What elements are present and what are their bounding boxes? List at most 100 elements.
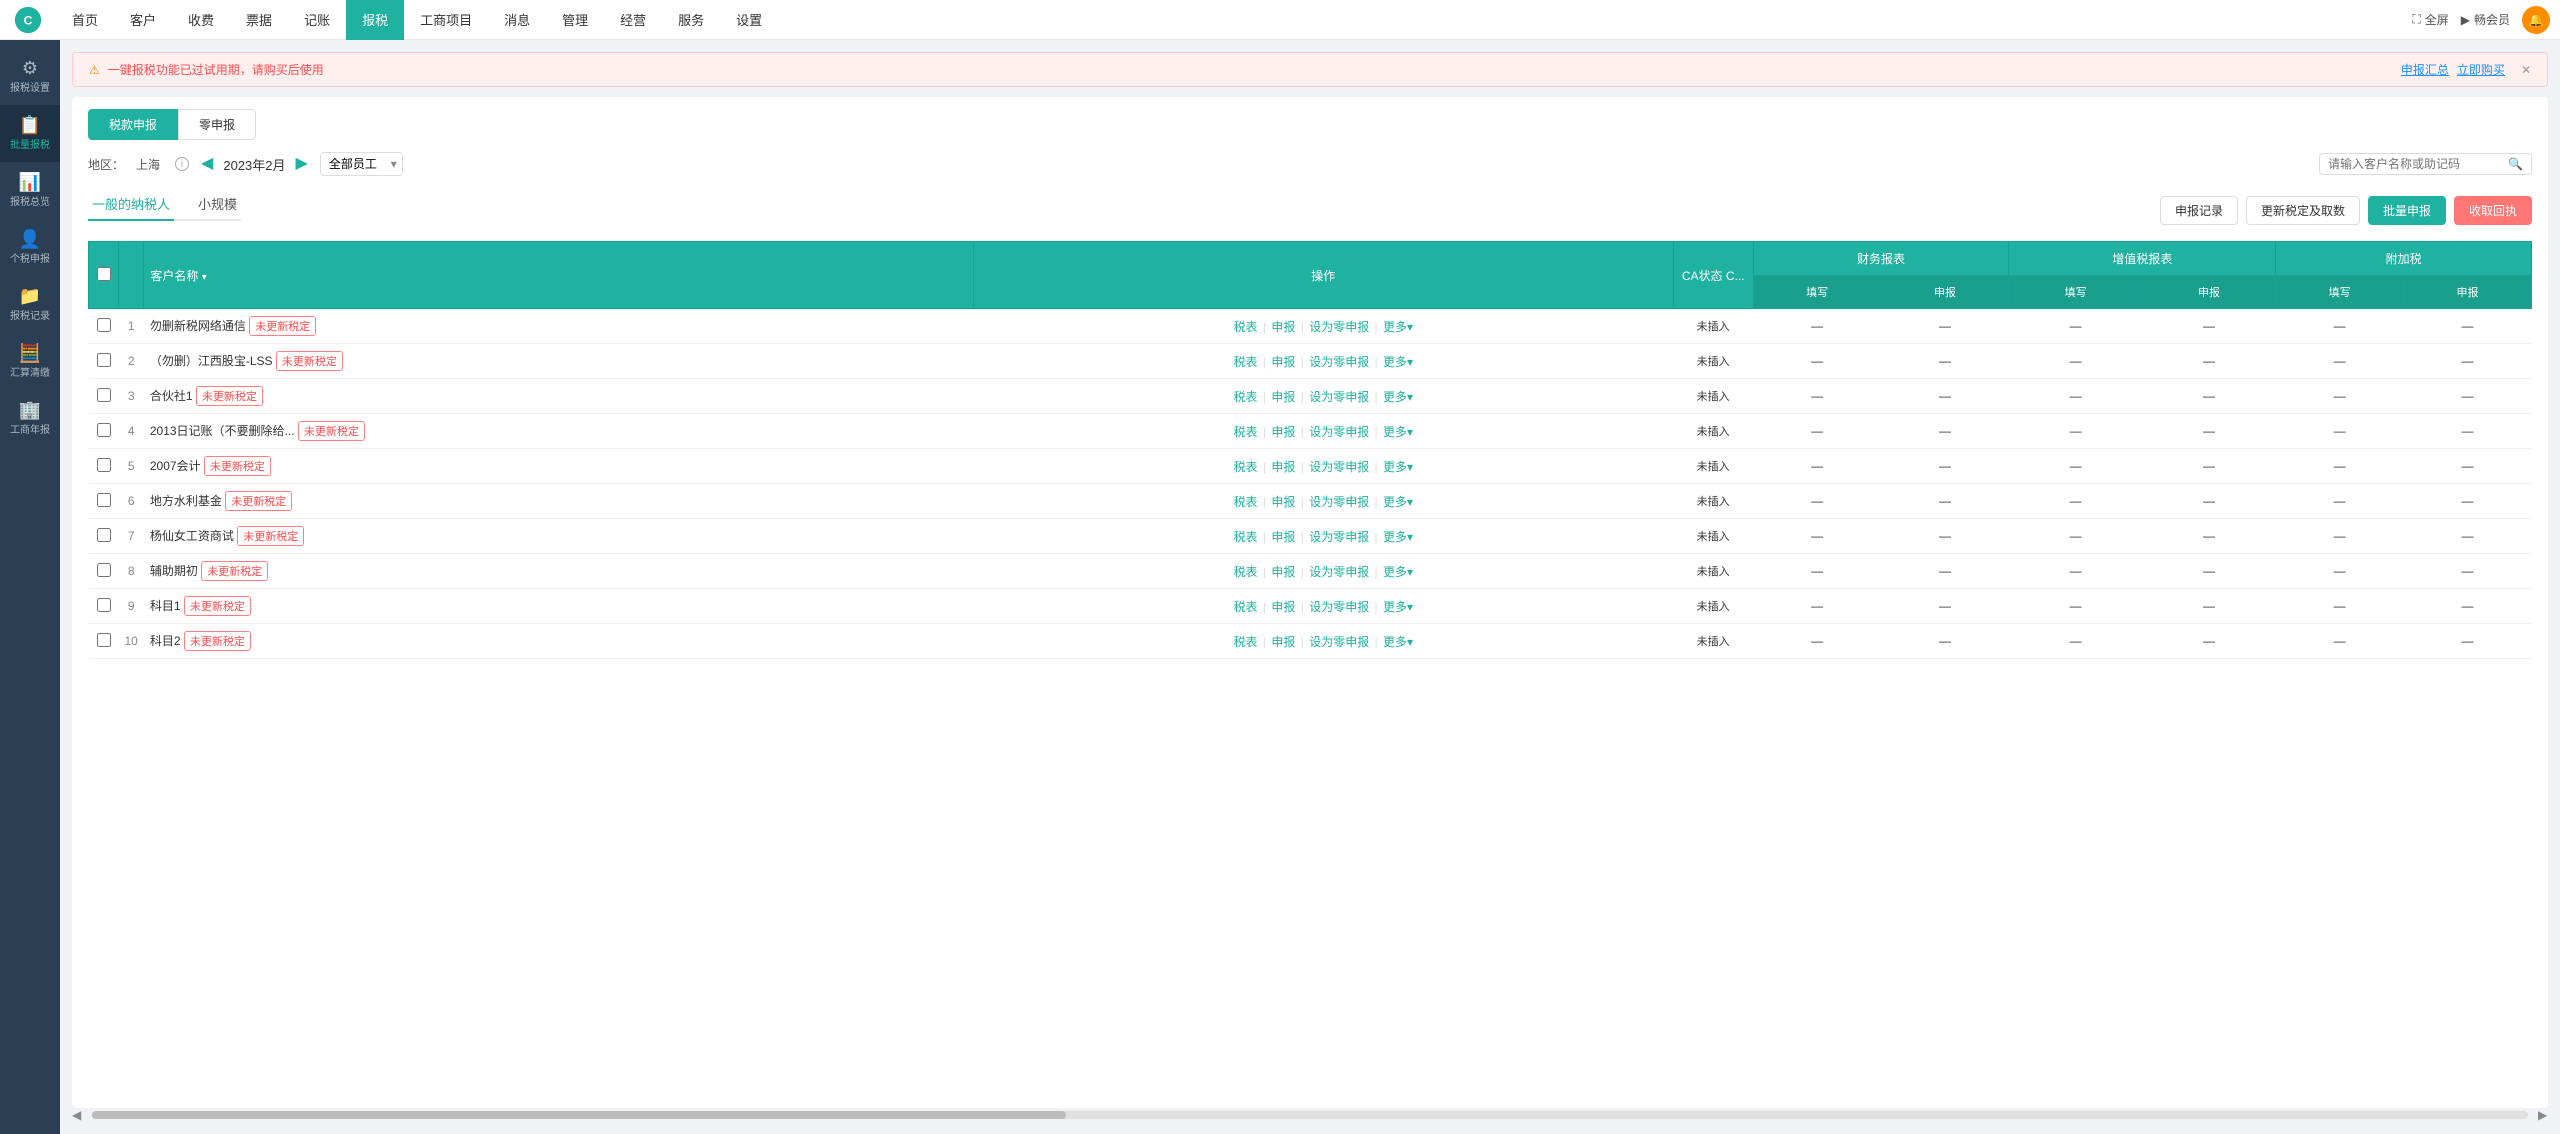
nav-business[interactable]: 工商项目 (404, 0, 488, 40)
scroll-thumb[interactable] (92, 1111, 1066, 1119)
action-zero-1[interactable]: 设为零申报 (1309, 355, 1372, 369)
action-declare-9[interactable]: 申报 (1271, 635, 1298, 649)
action-more-2[interactable]: 更多▾ (1383, 390, 1413, 404)
nav-client[interactable]: 客户 (114, 0, 172, 40)
scroll-right-btn[interactable]: ▶ (2538, 1108, 2548, 1122)
row-checkbox-1[interactable] (97, 353, 111, 367)
sidebar-item-tax-settings[interactable]: ⚙ 报税设置 (0, 48, 60, 105)
action-zero-8[interactable]: 设为零申报 (1309, 600, 1372, 614)
nav-message[interactable]: 消息 (488, 0, 546, 40)
row-checkbox-cell (89, 344, 119, 379)
action-more-7[interactable]: 更多▾ (1383, 565, 1413, 579)
row-checkbox-5[interactable] (97, 493, 111, 507)
action-zero-6[interactable]: 设为零申报 (1309, 530, 1372, 544)
row-checkbox-2[interactable] (97, 388, 111, 402)
action-more-4[interactable]: 更多▾ (1383, 460, 1413, 474)
row-col1-4: — (1881, 449, 2009, 484)
nav-bookkeeping[interactable]: 记账 (288, 0, 346, 40)
region-info-icon[interactable]: i (175, 157, 189, 171)
sub-tab-small[interactable]: 小规模 (194, 188, 241, 221)
nav-settings[interactable]: 设置 (720, 0, 778, 40)
action-zero-2[interactable]: 设为零申报 (1309, 390, 1372, 404)
row-checkbox-8[interactable] (97, 598, 111, 612)
sidebar-item-tax-overview[interactable]: 📊 报税总览 (0, 162, 60, 219)
select-all-checkbox[interactable] (97, 267, 111, 281)
nav-fee[interactable]: 收费 (172, 0, 230, 40)
action-tax-form-4[interactable]: 税表 (1234, 460, 1261, 474)
action-zero-9[interactable]: 设为零申报 (1309, 635, 1372, 649)
row-checkbox-7[interactable] (97, 563, 111, 577)
sidebar-item-batch-tax[interactable]: 📋 批量报税 (0, 105, 60, 162)
vip-button[interactable]: ▶ 畅会员 (2461, 11, 2510, 28)
action-tax-form-1[interactable]: 税表 (1234, 355, 1261, 369)
action-declare-8[interactable]: 申报 (1271, 600, 1298, 614)
action-zero-4[interactable]: 设为零申报 (1309, 460, 1372, 474)
sidebar-item-annual-tax[interactable]: 🧮 汇算清缴 (0, 333, 60, 390)
action-tax-form-5[interactable]: 税表 (1234, 495, 1261, 509)
sidebar-item-personal-tax[interactable]: 👤 个税申报 (0, 219, 60, 276)
action-tax-form-6[interactable]: 税表 (1234, 530, 1261, 544)
prev-month-button[interactable]: ◀ (201, 156, 213, 172)
row-checkbox-4[interactable] (97, 458, 111, 472)
action-more-5[interactable]: 更多▾ (1383, 495, 1413, 509)
search-icon[interactable]: 🔍 (2508, 157, 2523, 171)
scroll-left-btn[interactable]: ◀ (72, 1108, 82, 1122)
row-checkbox-0[interactable] (97, 318, 111, 332)
fullscreen-button[interactable]: ⛶ 全屏 (2412, 11, 2448, 28)
sub-tab-general[interactable]: 一般的纳税人 (88, 188, 174, 221)
user-avatar[interactable]: 🔔 (2522, 6, 2550, 34)
action-tax-form-8[interactable]: 税表 (1234, 600, 1261, 614)
batch-declare-button[interactable]: 批量申报 (2368, 196, 2446, 225)
action-tax-form-7[interactable]: 税表 (1234, 565, 1261, 579)
nav-invoice[interactable]: 票据 (230, 0, 288, 40)
search-input[interactable] (2328, 157, 2508, 171)
action-zero-3[interactable]: 设为零申报 (1309, 425, 1372, 439)
trial-banner-close[interactable]: ✕ (2521, 63, 2531, 77)
action-more-1[interactable]: 更多▾ (1383, 355, 1413, 369)
action-more-6[interactable]: 更多▾ (1383, 530, 1413, 544)
nav-operation[interactable]: 经营 (604, 0, 662, 40)
nav-tax[interactable]: 报税 (346, 0, 404, 40)
table-row: 2 （勿删）江西股宝-LSS 未更新税定 税表 | 申报 | 设为零申报 | 更… (89, 344, 2532, 379)
update-tax-button[interactable]: 更新税定及取数 (2246, 196, 2360, 225)
action-more-8[interactable]: 更多▾ (1383, 600, 1413, 614)
action-declare-5[interactable]: 申报 (1271, 495, 1298, 509)
tab-zero-declaration[interactable]: 零申报 (178, 109, 256, 140)
declaration-record-button[interactable]: 申报记录 (2160, 196, 2238, 225)
action-declare-2[interactable]: 申报 (1271, 390, 1298, 404)
action-more-9[interactable]: 更多▾ (1383, 635, 1413, 649)
action-declare-6[interactable]: 申报 (1271, 530, 1298, 544)
nav-service[interactable]: 服务 (662, 0, 720, 40)
next-month-button[interactable]: ▶ (296, 156, 308, 172)
row-checkbox-3[interactable] (97, 423, 111, 437)
nav-home[interactable]: 首页 (56, 0, 114, 40)
action-zero-0[interactable]: 设为零申报 (1309, 320, 1372, 334)
sidebar-item-tax-records[interactable]: 📁 报税记录 (0, 276, 60, 333)
action-declare-3[interactable]: 申报 (1271, 425, 1298, 439)
action-more-0[interactable]: 更多▾ (1383, 320, 1413, 334)
horizontal-scrollbar[interactable]: ◀ ▶ (72, 1108, 2548, 1122)
action-tax-form-2[interactable]: 税表 (1234, 390, 1261, 404)
row-col4-4: — (2276, 449, 2404, 484)
trial-banner-link1[interactable]: 申报汇总 (2401, 61, 2449, 78)
nav-manage[interactable]: 管理 (546, 0, 604, 40)
row-checkbox-6[interactable] (97, 528, 111, 542)
sidebar-item-business-annual[interactable]: 🏢 工商年报 (0, 390, 60, 447)
action-declare-4[interactable]: 申报 (1271, 460, 1298, 474)
action-tax-form-9[interactable]: 税表 (1234, 635, 1261, 649)
th-name: 客户名称 ▾ (144, 242, 974, 309)
action-declare-0[interactable]: 申报 (1271, 320, 1298, 334)
action-zero-5[interactable]: 设为零申报 (1309, 495, 1372, 509)
tab-tax-declaration[interactable]: 税款申报 (88, 109, 178, 140)
action-zero-7[interactable]: 设为零申报 (1309, 565, 1372, 579)
collect-receipt-button[interactable]: 收取回执 (2454, 196, 2532, 225)
row-col5-6: — (2404, 519, 2532, 554)
trial-banner-link2[interactable]: 立即购买 (2457, 61, 2505, 78)
staff-select[interactable]: 全部员工 (320, 152, 403, 176)
action-more-3[interactable]: 更多▾ (1383, 425, 1413, 439)
action-declare-1[interactable]: 申报 (1271, 355, 1298, 369)
action-tax-form-3[interactable]: 税表 (1234, 425, 1261, 439)
action-tax-form-0[interactable]: 税表 (1234, 320, 1261, 334)
action-declare-7[interactable]: 申报 (1271, 565, 1298, 579)
row-checkbox-9[interactable] (97, 633, 111, 647)
